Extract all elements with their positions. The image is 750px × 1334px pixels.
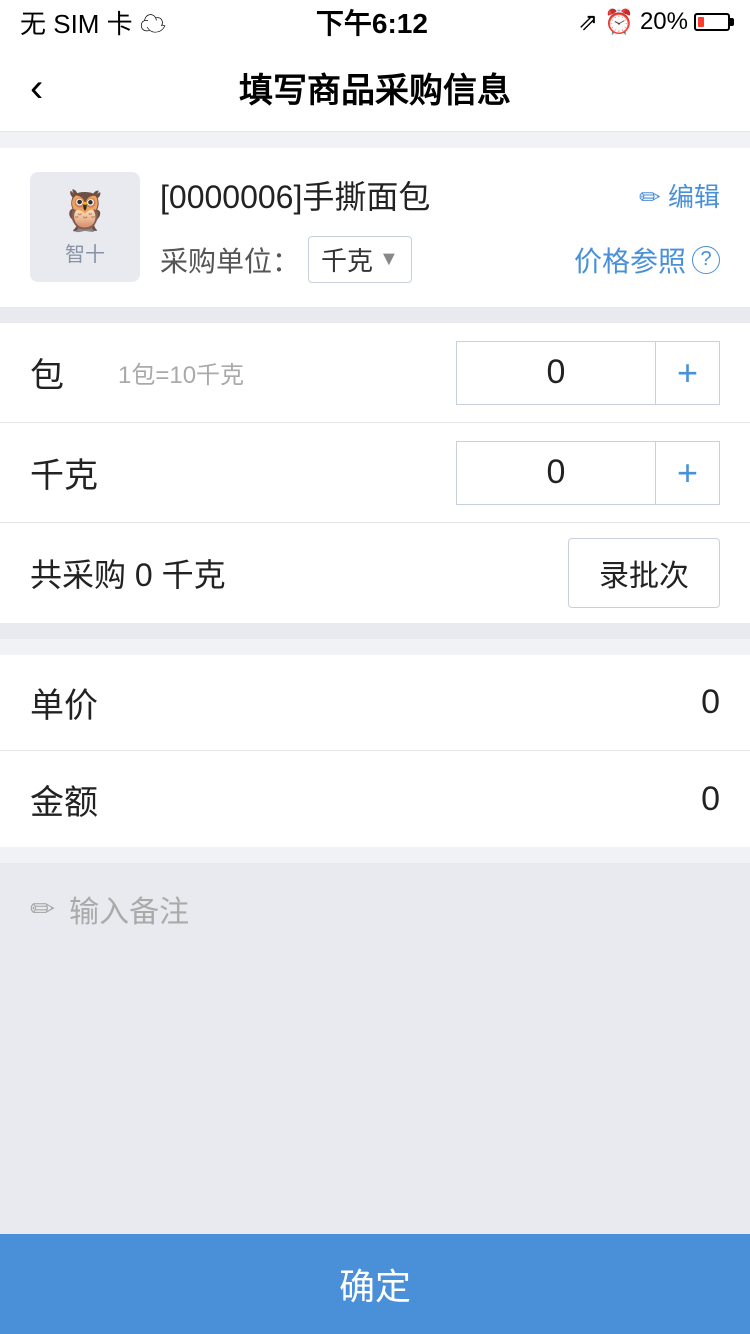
price-ref-help-icon: ? [692,246,720,274]
quantity-section: 包 1包=10千克 0 + 千克 0 + [0,323,750,523]
unit-value: 千克 [321,241,373,278]
price-section: 单价 0 金额 0 [0,655,750,847]
status-time: 下午6:12 [316,2,428,42]
qty-input-bao[interactable]: 0 [456,341,656,405]
amount-row: 金额 0 [0,751,750,847]
amount-label: 金额 [30,775,98,824]
qty-plus-kg[interactable]: + [656,441,720,505]
qty-controls-bao: 0 + [456,341,720,405]
section-divider-1 [0,307,750,323]
location-icon: ⇗ [578,8,598,37]
battery-icon [694,13,730,31]
unit-label: 采购单位： [160,240,300,280]
back-button[interactable]: ‹ [30,68,43,108]
section-divider-2 [0,623,750,639]
unit-price-label: 单价 [30,678,98,727]
nav-bar: ‹ 填写商品采购信息 [0,44,750,132]
qty-controls-kg: 0 + [456,441,720,505]
summary-total: 共采购 0 千克 [30,550,226,596]
status-carrier: 无 SIM 卡 ☁ [20,4,166,41]
qty-label-bao: 包 [30,348,110,397]
edit-button[interactable]: ✏ 编辑 [639,177,720,214]
qty-label-kg: 千克 [30,448,110,497]
qty-input-kg[interactable]: 0 [456,441,656,505]
qty-plus-bao[interactable]: + [656,341,720,405]
qty-sublabel-bao: 1包=10千克 [118,355,244,390]
remark-placeholder: 输入备注 [69,887,189,931]
pencil-icon: ✏ [30,892,55,927]
status-indicators: ⇗ ⏰ 20% [578,8,730,37]
product-thumb-label: 智十 [65,238,105,267]
price-ref-label: 价格参照 [574,240,686,280]
product-thumbnail: 🦉 智十 [30,172,140,282]
amount-value: 0 [701,780,720,819]
unit-dropdown-arrow: ▼ [379,248,399,271]
summary-row: 共采购 0 千克 录批次 [0,523,750,623]
alarm-icon: ⏰ [604,8,634,37]
remark-section[interactable]: ✏ 输入备注 [0,863,750,955]
status-bar: 无 SIM 卡 ☁ 下午6:12 ⇗ ⏰ 20% [0,0,750,44]
battery-percent: 20% [640,8,688,36]
product-card: 🦉 智十 [0000006]手撕面包 ✏ 编辑 采购单位： 千克 ▼ 价格参照 … [0,148,750,307]
price-reference-button[interactable]: 价格参照 ? [574,240,720,280]
unit-price-value: 0 [701,683,720,722]
confirm-button[interactable]: 确定 [0,1234,750,1334]
product-thumb-icon: 🦉 [60,187,110,234]
page-title: 填写商品采购信息 [239,63,511,112]
unit-price-row: 单价 0 [0,655,750,751]
batch-button[interactable]: 录批次 [568,538,720,608]
quantity-row-bao: 包 1包=10千克 0 + [0,323,750,423]
product-info: [0000006]手撕面包 ✏ 编辑 采购单位： 千克 ▼ 价格参照 ? [160,172,720,283]
product-name: [0000006]手撕面包 [160,172,430,218]
content-spacer [0,955,750,1234]
unit-select[interactable]: 千克 ▼ [308,236,412,283]
quantity-row-kg: 千克 0 + [0,423,750,523]
